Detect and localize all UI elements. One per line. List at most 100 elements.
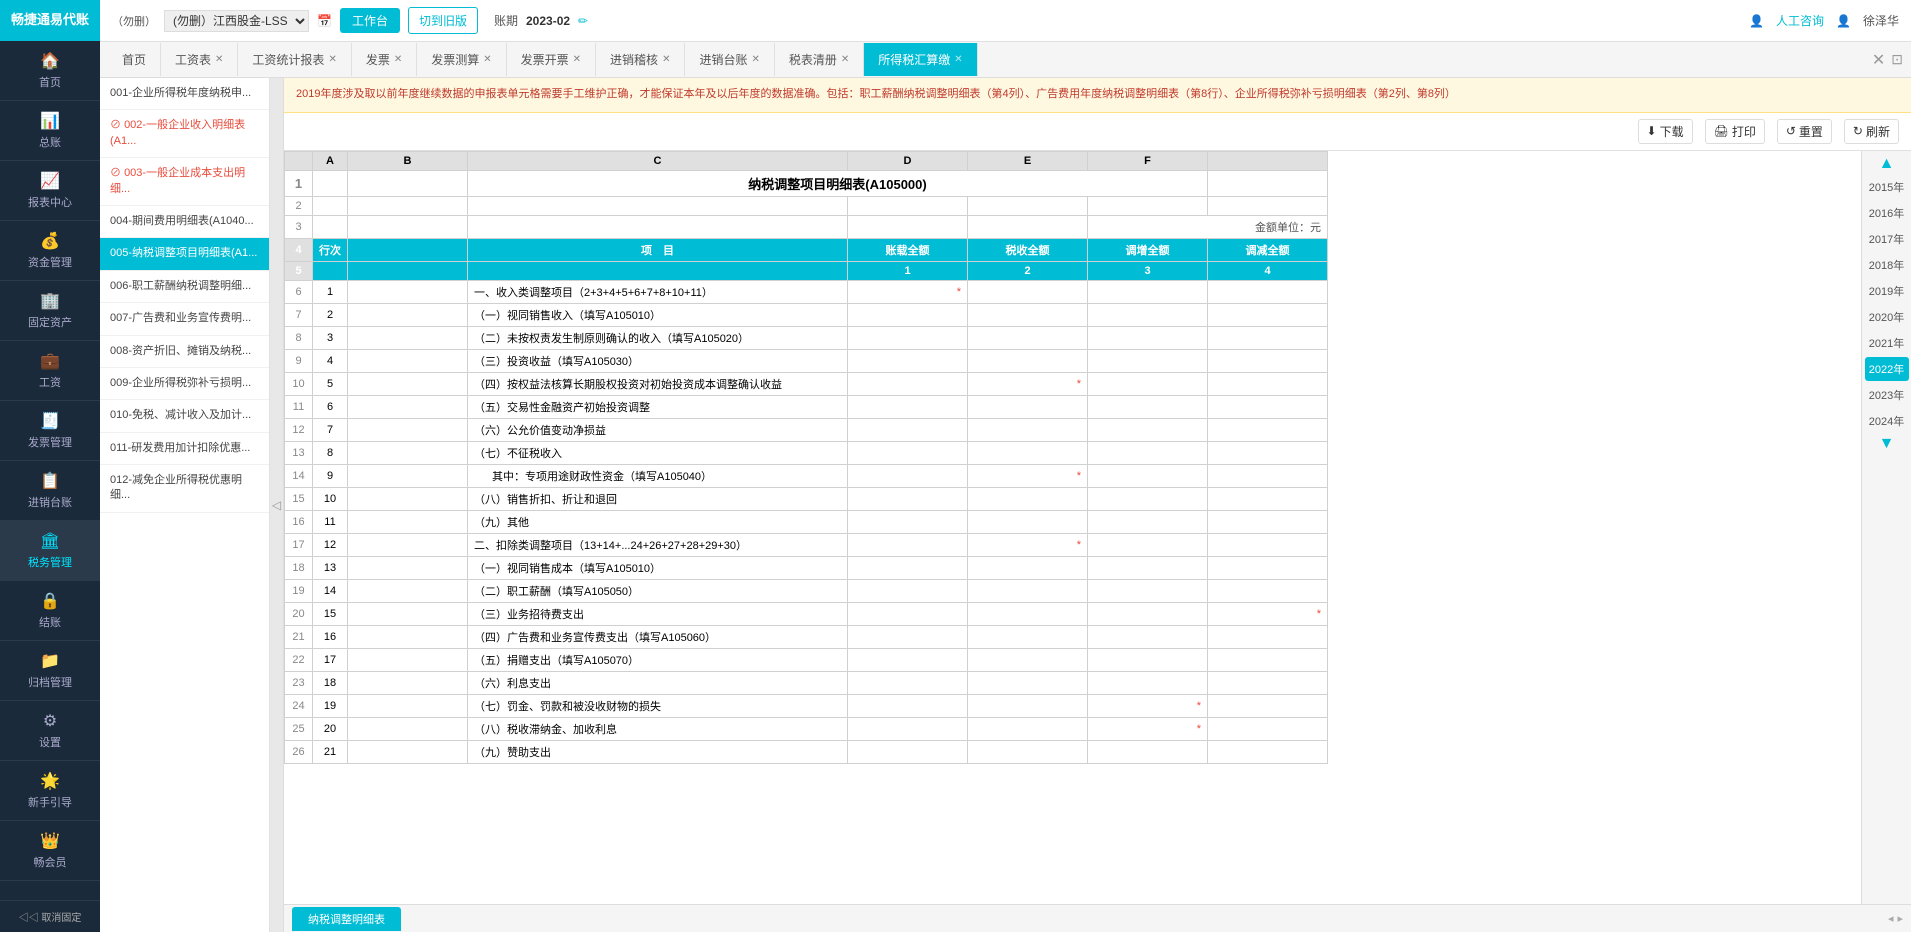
refresh-button[interactable]: ↻ 刷新 (1844, 119, 1899, 144)
year-2019[interactable]: 2019年 (1865, 279, 1909, 303)
sidebar-item-tax[interactable]: 🏛 税务管理 (0, 521, 100, 581)
period-edit-icon[interactable]: ✏ (578, 14, 588, 28)
left-panel-item-010[interactable]: 010-免税、减计收入及加计... (100, 400, 269, 432)
sheet-area: A B C D E F 1 (284, 151, 1911, 904)
tab-close-invoice-open[interactable]: ✕ (573, 54, 581, 65)
sidebar-item-purchase[interactable]: 📋 进销台账 (0, 461, 100, 521)
col-header-a: A (313, 151, 348, 170)
tab-close-tax-clear[interactable]: ✕ (841, 54, 849, 65)
notice-bar: 2019年度涉及取以前年度继续数据的申报表单元格需要手工维护正确，才能保证本年及… (284, 78, 1911, 113)
tab-invoice-open[interactable]: 发票开票✕ (507, 43, 596, 76)
tab-invoice[interactable]: 发票✕ (352, 43, 417, 76)
workspace-button[interactable]: 工作台 (340, 8, 400, 33)
sidebar-item-member[interactable]: 👑 畅会员 (0, 821, 100, 881)
tab-payroll-report[interactable]: 工资统计报表✕ (238, 43, 351, 76)
tab-close-purchase-check[interactable]: ✕ (662, 54, 670, 65)
panel-collapse-handle[interactable]: ◁ (270, 78, 284, 932)
year-2018[interactable]: 2018年 (1865, 253, 1909, 277)
year-scroll-down[interactable]: ▼ (1879, 435, 1895, 453)
company-select[interactable]: (勿删）江西股金-LSS (164, 10, 309, 32)
support-label[interactable]: 人工咨询 (1776, 12, 1824, 29)
spreadsheet-wrap[interactable]: A B C D E F 1 (284, 151, 1861, 904)
sidebar-item-finance[interactable]: 💰 资金管理 (0, 221, 100, 281)
left-panel-item-012[interactable]: 012-减免企业所得税优惠明细... (100, 465, 269, 513)
left-panel-item-011[interactable]: 011-研发费用加计扣除优惠... (100, 433, 269, 465)
year-scroll-up[interactable]: ▲ (1879, 155, 1895, 173)
download-button[interactable]: ⬇ 下载 (1638, 119, 1693, 144)
left-panel-item-001[interactable]: 001-企业所得税年度纳税申... (100, 78, 269, 110)
sidebar-item-label: 首页 (39, 74, 61, 90)
col-num-3: 3 (1088, 261, 1208, 280)
tab-tax-clear[interactable]: 税表清册✕ (775, 43, 864, 76)
sidebar-item-settings[interactable]: ⚙ 设置 (0, 701, 100, 761)
tab-close-invoice-calc[interactable]: ✕ (483, 54, 491, 65)
col-header-d: D (848, 151, 968, 170)
print-button[interactable]: 🖨 打印 (1705, 119, 1765, 144)
pin-toggle[interactable]: ◁◁ 取消固定 (0, 900, 100, 932)
sidebar-item-home[interactable]: 🏠 首页 (0, 41, 100, 101)
ledger-icon: 📊 (40, 111, 60, 131)
left-panel-item-003[interactable]: ⊘ 003-一般企业成本支出明细... (100, 158, 269, 206)
left-panel-item-007[interactable]: 007-广告费和业务宣传费明... (100, 303, 269, 335)
tab-close-purchase-ledger[interactable]: ✕ (751, 54, 759, 65)
tax-icon: 🏛 (40, 531, 60, 551)
tab-close-income-tax[interactable]: ✕ (954, 54, 962, 65)
sidebar-item-archive[interactable]: 📁 归档管理 (0, 641, 100, 701)
tab-invoice-calc[interactable]: 发票测算✕ (417, 43, 506, 76)
left-panel-item-004[interactable]: 004-期间费用明细表(A1040... (100, 206, 269, 238)
sidebar-item-payroll[interactable]: 💼 工资 (0, 341, 100, 401)
year-2020[interactable]: 2020年 (1865, 305, 1909, 329)
table-row: 8 3 （二）未按权责发生制原则确认的收入（填写A105020） (285, 326, 1328, 349)
sidebar-item-close[interactable]: 🔒 结账 (0, 581, 100, 641)
table-row: 2 (285, 196, 1328, 215)
tab-payroll[interactable]: 工资表✕ (161, 43, 238, 76)
tab-purchase-ledger[interactable]: 进销台账✕ (685, 43, 774, 76)
left-panel-item-006[interactable]: 006-职工薪酬纳税调整明细... (100, 271, 269, 303)
tab-purchase-check[interactable]: 进销稽核✕ (596, 43, 685, 76)
col-header-c: C (468, 151, 848, 170)
maximize-icon[interactable]: ⊡ (1891, 51, 1903, 68)
topbar: （勿删） (勿删）江西股金-LSS 📅 工作台 切到旧版 账期 2023-02 … (100, 0, 1911, 42)
tab-close-payroll-report[interactable]: ✕ (328, 54, 336, 65)
year-2023[interactable]: 2023年 (1865, 383, 1909, 407)
tab-income-tax[interactable]: 所得税汇算缴✕ (864, 43, 977, 76)
scroll-right-icon[interactable]: ▸ (1897, 912, 1903, 925)
sidebar-item-ledger[interactable]: 📊 总账 (0, 101, 100, 161)
bottom-tab-item[interactable]: 纳税调整明细表 (292, 907, 401, 931)
scroll-left-icon[interactable]: ◂ (1888, 912, 1894, 925)
tab-home[interactable]: 首页 (108, 43, 161, 76)
print-icon: 🖨 (1714, 124, 1729, 138)
left-panel-item-002[interactable]: ⊘ 002-一般企业收入明细表(A1... (100, 110, 269, 158)
sidebar-item-report[interactable]: 📈 报表中心 (0, 161, 100, 221)
col-header-e: E (968, 151, 1088, 170)
sidebar-item-invoice[interactable]: 🧾 发票管理 (0, 401, 100, 461)
finance-icon: 💰 (40, 231, 60, 251)
table-row: 11 6 （五）交易性金融资产初始投资调整 (285, 395, 1328, 418)
sidebar-item-label: 报表中心 (28, 194, 72, 210)
settings-icon: ⚙ (43, 711, 57, 731)
reset-icon: ↺ (1786, 124, 1796, 138)
sidebar-item-assets[interactable]: 🏢 固定资产 (0, 281, 100, 341)
left-panel-item-008[interactable]: 008-资产折旧、摊销及纳税... (100, 336, 269, 368)
left-panel-item-005[interactable]: 005-纳税调整项目明细表(A1... (100, 238, 269, 270)
invoice-icon: 🧾 (40, 411, 60, 431)
tab-close-invoice[interactable]: ✕ (394, 54, 402, 65)
year-2016[interactable]: 2016年 (1865, 201, 1909, 225)
col-tiaojan: 调减全额 (1208, 238, 1328, 261)
year-2015[interactable]: 2015年 (1865, 175, 1909, 199)
close-all-icon[interactable]: ✕ (1872, 50, 1885, 70)
year-2024[interactable]: 2024年 (1865, 409, 1909, 433)
sidebar-item-label: 资金管理 (28, 254, 72, 270)
year-2022[interactable]: 2022年 (1865, 357, 1909, 381)
reset-button[interactable]: ↺ 重置 (1777, 119, 1832, 144)
sidebar-item-guide[interactable]: 🌟 新手引导 (0, 761, 100, 821)
left-panel-item-009[interactable]: 009-企业所得税弥补亏损明... (100, 368, 269, 400)
sidebar-item-label: 设置 (39, 734, 61, 750)
old-version-button[interactable]: 切到旧版 (408, 7, 478, 34)
year-2021[interactable]: 2021年 (1865, 331, 1909, 355)
table-row: 18 13 （一）视同销售成本（填写A105010） (285, 556, 1328, 579)
tab-close-payroll[interactable]: ✕ (215, 54, 223, 65)
year-2017[interactable]: 2017年 (1865, 227, 1909, 251)
col-hangci: 行次 (313, 238, 348, 261)
table-row: 16 11 （九）其他 (285, 510, 1328, 533)
